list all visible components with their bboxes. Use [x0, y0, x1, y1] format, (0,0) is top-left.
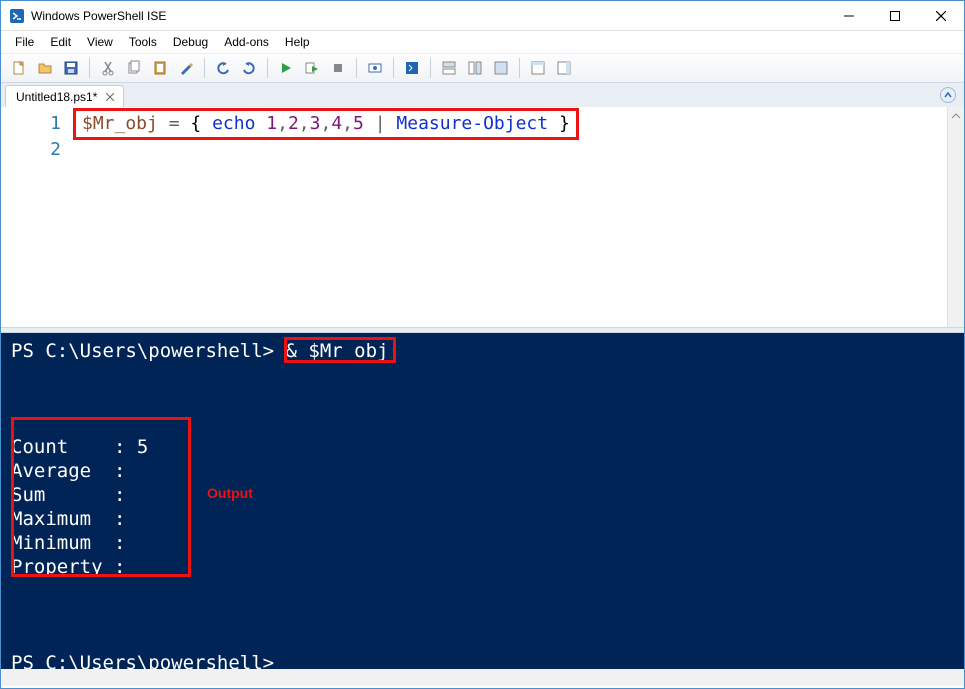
app-icon [9, 8, 25, 24]
clear-button[interactable] [174, 56, 198, 80]
code-area[interactable]: $Mr_obj = { echo 1,2,3,4,5 | Measure-Obj… [75, 107, 964, 327]
menu-help[interactable]: Help [277, 33, 318, 51]
tab-close-icon[interactable] [103, 90, 117, 104]
maximize-button[interactable] [872, 1, 918, 31]
console-pane[interactable]: PS C:\Users\powershell> & $Mr_obj Count … [1, 333, 964, 669]
collapse-script-pane-button[interactable] [940, 87, 956, 103]
line-number-gutter: 1 2 [1, 107, 75, 327]
copy-button[interactable] [122, 56, 146, 80]
stop-button[interactable] [326, 56, 350, 80]
menu-view[interactable]: View [79, 33, 121, 51]
run-script-button[interactable] [274, 56, 298, 80]
tab-strip: Untitled18.ps1* [1, 83, 964, 107]
new-file-button[interactable] [7, 56, 31, 80]
line-number: 1 [1, 111, 61, 137]
title-bar: Windows PowerShell ISE [1, 1, 964, 31]
toolbar [1, 53, 964, 83]
layout-script-right-button[interactable] [463, 56, 487, 80]
menu-debug[interactable]: Debug [165, 33, 216, 51]
horizontal-scrollbar[interactable] [1, 669, 964, 686]
close-button[interactable] [918, 1, 964, 31]
scroll-up-icon[interactable] [948, 107, 964, 124]
code-highlight-annotation: $Mr_obj = { echo 1,2,3,4,5 | Measure-Obj… [73, 108, 579, 140]
tab-label: Untitled18.ps1* [16, 90, 97, 104]
redo-button[interactable] [237, 56, 261, 80]
line-number: 2 [1, 137, 61, 163]
cut-button[interactable] [96, 56, 120, 80]
start-powershell-button[interactable] [400, 56, 424, 80]
menu-bar: File Edit View Tools Debug Add-ons Help [1, 31, 964, 53]
run-selection-button[interactable] [300, 56, 324, 80]
paste-button[interactable] [148, 56, 172, 80]
menu-tools[interactable]: Tools [121, 33, 165, 51]
tab-file[interactable]: Untitled18.ps1* [5, 85, 124, 107]
menu-addons[interactable]: Add-ons [216, 33, 277, 51]
open-file-button[interactable] [33, 56, 57, 80]
undo-button[interactable] [211, 56, 235, 80]
minimize-button[interactable] [826, 1, 872, 31]
new-remote-tab-button[interactable] [363, 56, 387, 80]
menu-file[interactable]: File [7, 33, 42, 51]
show-command-addon-button[interactable] [552, 56, 576, 80]
save-button[interactable] [59, 56, 83, 80]
output-highlight-annotation [11, 417, 191, 577]
layout-script-max-button[interactable] [489, 56, 513, 80]
command-highlight-annotation [284, 337, 396, 363]
layout-script-top-button[interactable] [437, 56, 461, 80]
editor-scrollbar[interactable] [947, 107, 964, 327]
output-label-annotation: Output [207, 481, 253, 505]
menu-edit[interactable]: Edit [42, 33, 79, 51]
window-title: Windows PowerShell ISE [31, 9, 166, 23]
show-command-button[interactable] [526, 56, 550, 80]
script-editor[interactable]: 1 2 $Mr_obj = { echo 1,2,3,4,5 | Measure… [1, 107, 964, 327]
